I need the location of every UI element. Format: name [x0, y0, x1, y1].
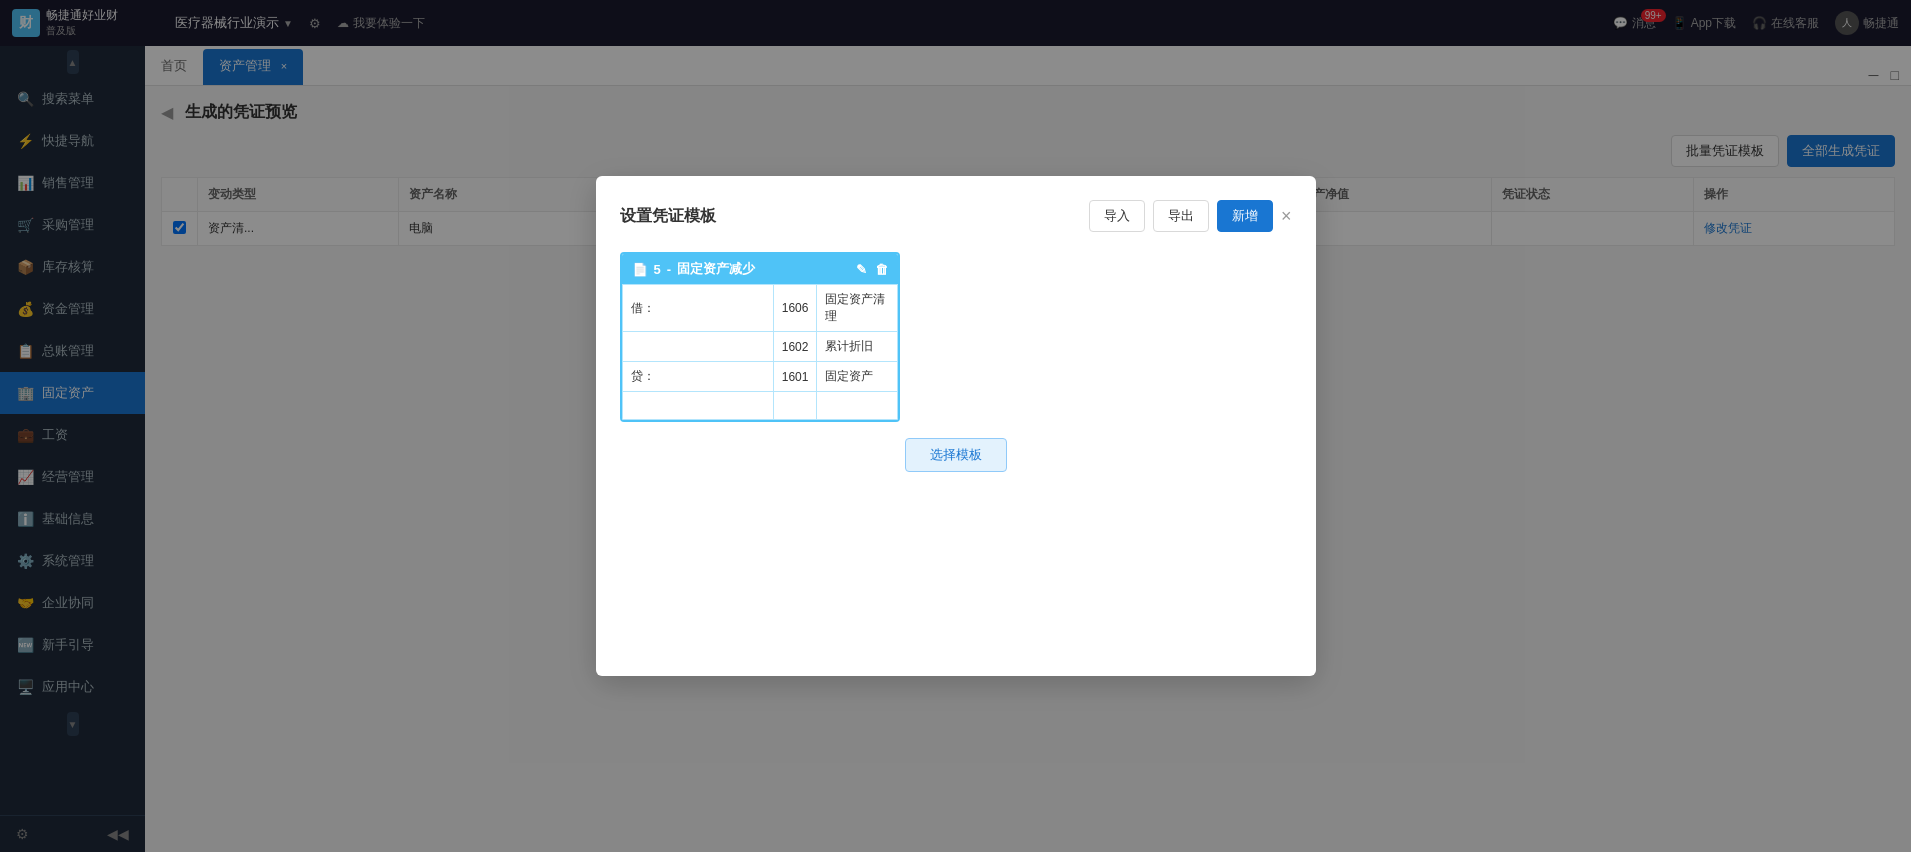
entry-code-1: 1602 [773, 332, 817, 362]
template-entries-table: 借： 1606 固定资产清理 1602 累计折旧 贷： 1601 固定 [622, 284, 898, 420]
new-template-button[interactable]: 新增 [1217, 200, 1273, 232]
template-entry-row [622, 392, 897, 420]
entry-account-2: 固定资产 [817, 362, 897, 392]
entry-direction-2: 贷： [622, 362, 773, 392]
modal-header: 设置凭证模板 导入 导出 新增 × [620, 200, 1292, 232]
template-card: 📄 5 - 固定资产减少 ✎ 🗑 借： 1606 [620, 252, 900, 422]
template-id: 5 [654, 262, 661, 277]
template-entry-row: 1602 累计折旧 [622, 332, 897, 362]
choose-template-button[interactable]: 选择模板 [905, 438, 1007, 472]
modal-actions: 导入 导出 新增 [1089, 200, 1273, 232]
voucher-template-modal: 设置凭证模板 导入 导出 新增 × 📄 5 - 固定资产减少 [596, 176, 1316, 676]
template-edit-icon[interactable]: ✎ [856, 262, 867, 277]
entry-direction-3 [622, 392, 773, 420]
template-separator: - [667, 262, 671, 277]
entry-code-3 [773, 392, 817, 420]
choose-btn-container: 选择模板 [620, 438, 1292, 472]
modal-body: 📄 5 - 固定资产减少 ✎ 🗑 借： 1606 [620, 252, 1292, 472]
entry-code-0: 1606 [773, 285, 817, 332]
modal-title: 设置凭证模板 [620, 206, 716, 227]
entry-account-0: 固定资产清理 [817, 285, 897, 332]
template-card-header: 📄 5 - 固定资产减少 ✎ 🗑 [622, 254, 898, 284]
export-button[interactable]: 导出 [1153, 200, 1209, 232]
template-entry-row: 借： 1606 固定资产清理 [622, 285, 897, 332]
template-name: 固定资产减少 [677, 260, 755, 278]
entry-account-1: 累计折旧 [817, 332, 897, 362]
template-delete-icon[interactable]: 🗑 [875, 262, 888, 277]
entry-direction-1 [622, 332, 773, 362]
template-entry-row: 贷： 1601 固定资产 [622, 362, 897, 392]
entry-account-3 [817, 392, 897, 420]
entry-direction-0: 借： [622, 285, 773, 332]
template-doc-icon: 📄 [632, 262, 648, 277]
modal-close-button[interactable]: × [1281, 206, 1292, 227]
entry-code-2: 1601 [773, 362, 817, 392]
template-card-header-left: 📄 5 - 固定资产减少 [632, 260, 756, 278]
template-card-header-actions: ✎ 🗑 [856, 262, 888, 277]
import-button[interactable]: 导入 [1089, 200, 1145, 232]
modal-overlay: 设置凭证模板 导入 导出 新增 × 📄 5 - 固定资产减少 [0, 0, 1911, 852]
